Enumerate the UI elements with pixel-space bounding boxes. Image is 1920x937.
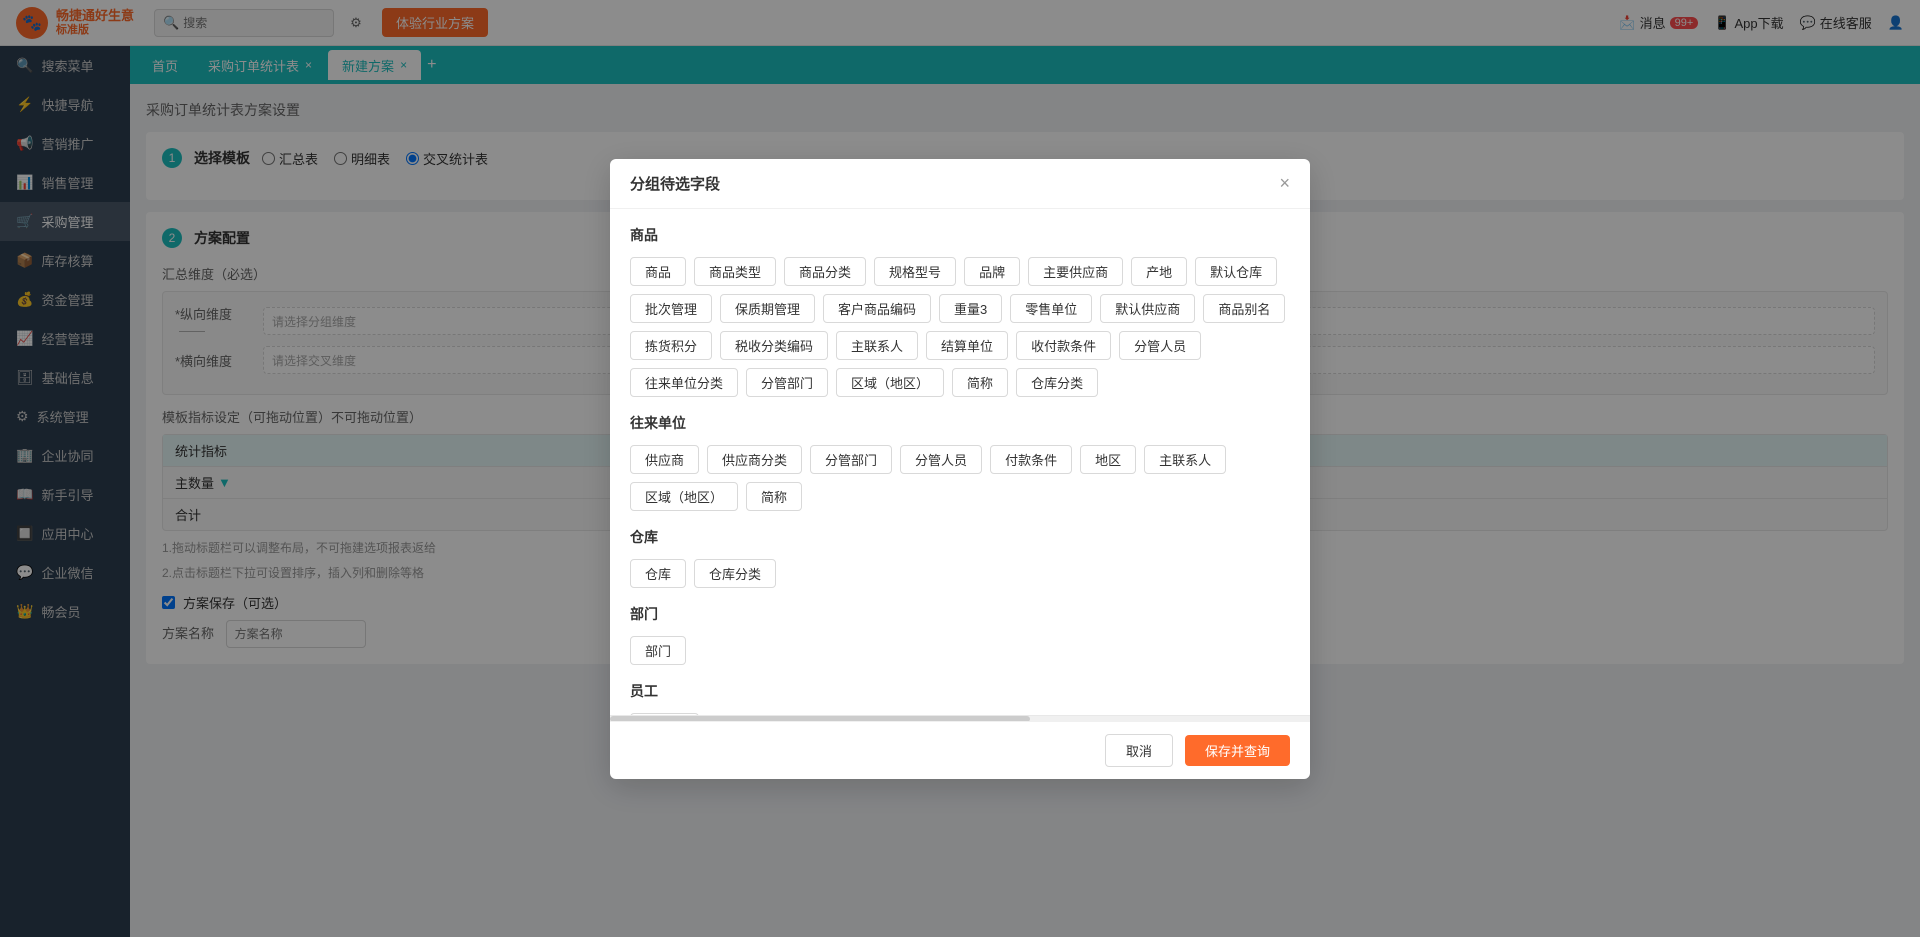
field-tag-product-15[interactable]: 拣货积分 (630, 331, 712, 360)
field-tag-product-10[interactable]: 客户商品编码 (823, 294, 931, 323)
field-tag-product-17[interactable]: 主联系人 (836, 331, 918, 360)
field-tag-partner-1[interactable]: 供应商分类 (707, 445, 802, 474)
field-tag-product-0[interactable]: 商品 (630, 257, 686, 286)
field-tag-partner-2[interactable]: 分管部门 (810, 445, 892, 474)
confirm-button[interactable]: 保存并查询 (1185, 735, 1290, 766)
cancel-button[interactable]: 取消 (1105, 734, 1173, 767)
section-fields-department: 部门 (630, 636, 1290, 665)
section-fields-warehouse: 仓库仓库分类 (630, 559, 1290, 588)
field-tag-product-13[interactable]: 默认供应商 (1100, 294, 1195, 323)
section-title-department: 部门 (630, 604, 1290, 624)
section-title-warehouse: 仓库 (630, 527, 1290, 547)
field-tag-product-21[interactable]: 往来单位分类 (630, 368, 738, 397)
section-title-partner: 往来单位 (630, 413, 1290, 433)
field-tag-product-18[interactable]: 结算单位 (926, 331, 1008, 360)
modal-overlay: 分组待选字段 × 商品商品商品类型商品分类规格型号品牌主要供应商产地默认仓库批次… (0, 0, 1920, 937)
field-tag-warehouse-1[interactable]: 仓库分类 (694, 559, 776, 588)
field-tag-product-22[interactable]: 分管部门 (746, 368, 828, 397)
field-tag-product-7[interactable]: 默认仓库 (1195, 257, 1277, 286)
field-tag-product-24[interactable]: 简称 (952, 368, 1008, 397)
field-tag-product-20[interactable]: 分管人员 (1119, 331, 1201, 360)
field-tag-product-6[interactable]: 产地 (1131, 257, 1187, 286)
section-fields-partner: 供应商供应商分类分管部门分管人员付款条件地区主联系人区域（地区） 简称 (630, 445, 1290, 511)
modal: 分组待选字段 × 商品商品商品类型商品分类规格型号品牌主要供应商产地默认仓库批次… (610, 159, 1310, 779)
field-tag-partner-4[interactable]: 付款条件 (990, 445, 1072, 474)
field-tag-product-9[interactable]: 保质期管理 (720, 294, 815, 323)
field-tag-product-3[interactable]: 规格型号 (874, 257, 956, 286)
modal-title: 分组待选字段 (630, 173, 720, 194)
field-tag-department-0[interactable]: 部门 (630, 636, 686, 665)
field-tag-partner-6[interactable]: 主联系人 (1144, 445, 1226, 474)
field-tag-product-23[interactable]: 区域（地区） (836, 368, 944, 397)
field-tag-product-5[interactable]: 主要供应商 (1028, 257, 1123, 286)
field-tag-product-2[interactable]: 商品分类 (784, 257, 866, 286)
modal-footer: 取消 保存并查询 (610, 721, 1310, 779)
field-tag-product-8[interactable]: 批次管理 (630, 294, 712, 323)
field-tag-product-16[interactable]: 税收分类编码 (720, 331, 828, 360)
section-title-employee: 员工 (630, 681, 1290, 701)
section-title-product: 商品 (630, 225, 1290, 245)
field-tag-product-4[interactable]: 品牌 (964, 257, 1020, 286)
modal-close-button[interactable]: × (1279, 173, 1290, 194)
field-tag-product-1[interactable]: 商品类型 (694, 257, 776, 286)
field-tag-product-12[interactable]: 零售单位 (1010, 294, 1092, 323)
modal-body: 商品商品商品类型商品分类规格型号品牌主要供应商产地默认仓库批次管理保质期管理客户… (610, 209, 1310, 715)
field-tag-partner-8[interactable]: 简称 (746, 482, 802, 511)
field-tag-product-25[interactable]: 仓库分类 (1016, 368, 1098, 397)
field-tag-product-11[interactable]: 重量3 (939, 294, 1002, 323)
field-tag-partner-7[interactable]: 区域（地区） (630, 482, 738, 511)
section-fields-product: 商品商品类型商品分类规格型号品牌主要供应商产地默认仓库批次管理保质期管理客户商品… (630, 257, 1290, 397)
modal-header: 分组待选字段 × (610, 159, 1310, 209)
field-tag-product-14[interactable]: 商品别名 (1203, 294, 1285, 323)
field-tag-partner-5[interactable]: 地区 (1080, 445, 1136, 474)
field-tag-partner-0[interactable]: 供应商 (630, 445, 699, 474)
field-tag-warehouse-0[interactable]: 仓库 (630, 559, 686, 588)
field-tag-product-19[interactable]: 收付款条件 (1016, 331, 1111, 360)
field-tag-partner-3[interactable]: 分管人员 (900, 445, 982, 474)
